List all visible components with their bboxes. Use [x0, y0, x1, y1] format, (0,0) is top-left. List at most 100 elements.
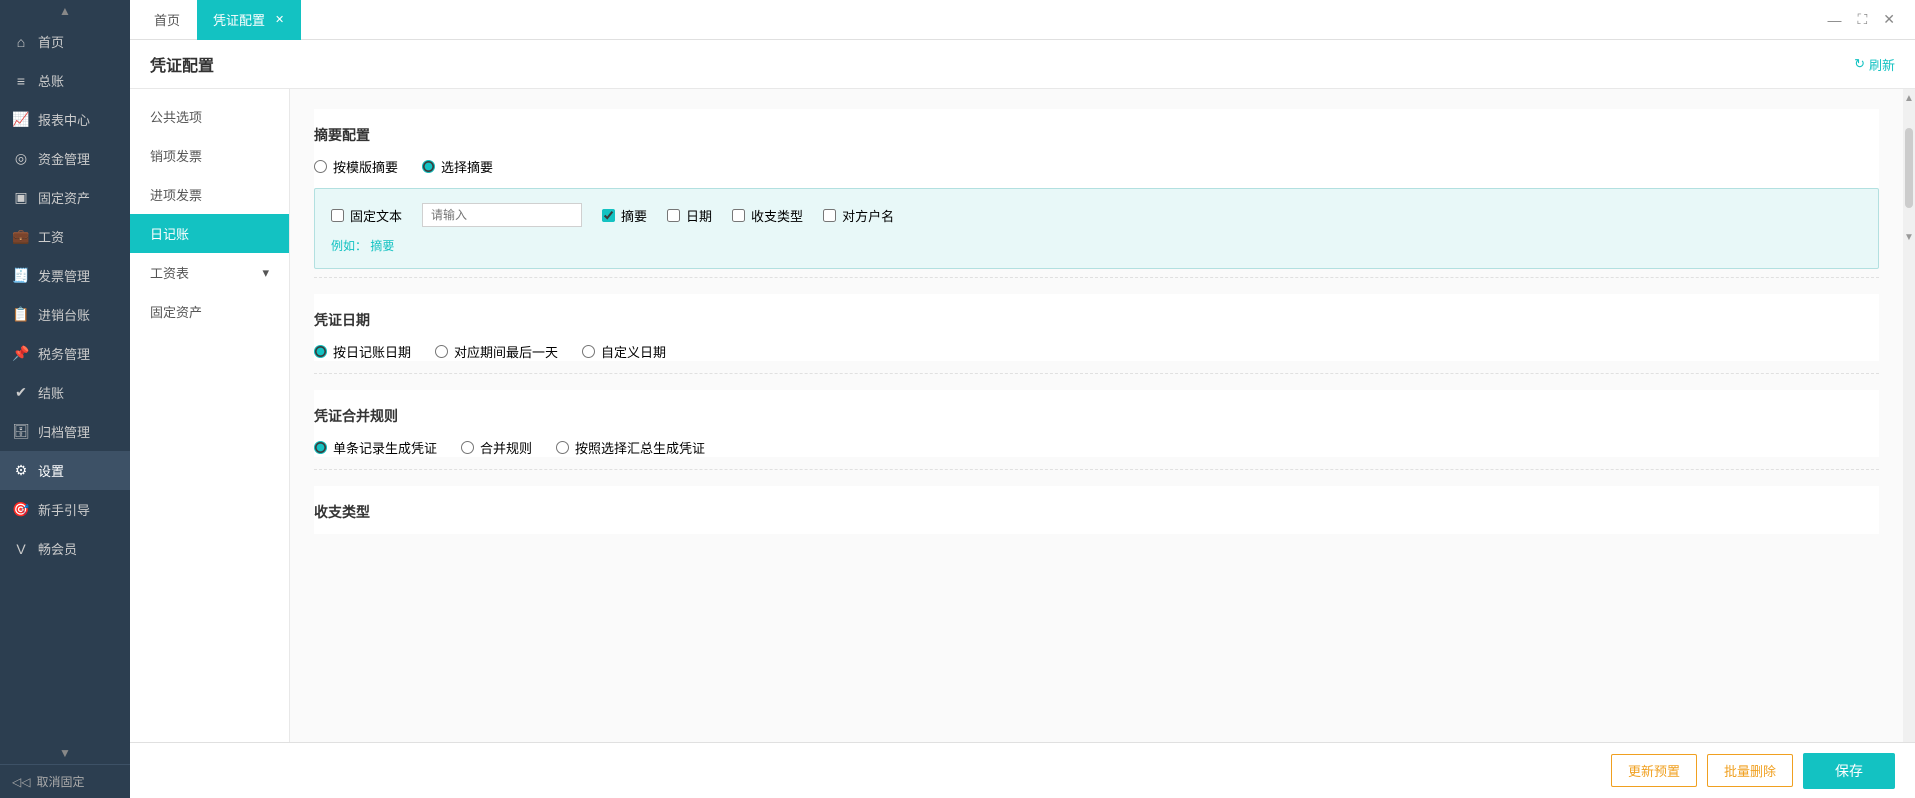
merge-summary-radio[interactable] — [556, 441, 569, 454]
sidebar-unpin-button[interactable]: ◁◁ 取消固定 — [0, 764, 130, 798]
date-checkbox[interactable] — [667, 209, 680, 222]
sidebar-item-archive[interactable]: 🗄 归档管理 — [0, 412, 130, 451]
archive-icon: 🗄 — [12, 423, 30, 440]
date-custom-radio[interactable] — [582, 345, 595, 358]
left-nav-journal[interactable]: 日记账 — [130, 214, 289, 253]
right-content: 摘要配置 按模版摘要 选择摘要 — [290, 89, 1903, 742]
assets-icon: ▣ — [12, 189, 30, 206]
window-close-button[interactable]: ✕ — [1879, 9, 1899, 30]
tax-icon: 📌 — [12, 345, 30, 362]
sidebar-item-settings[interactable]: ⚙ 设置 — [0, 451, 130, 490]
sidebar-item-invoice[interactable]: 🧾 发票管理 — [0, 256, 130, 295]
income-type-checkbox[interactable] — [732, 209, 745, 222]
left-nav: 公共选项 销项发票 进项发票 日记账 工资表 ▾ 固定资产 — [130, 89, 290, 742]
save-button[interactable]: 保存 — [1803, 753, 1895, 789]
merge-radio-rules[interactable]: 合并规则 — [461, 438, 532, 457]
date-section-title: 凭证日期 — [314, 294, 1879, 342]
sidebar-item-funds[interactable]: ◎ 资金管理 — [0, 139, 130, 178]
content-with-scroll: 摘要配置 按模版摘要 选择摘要 — [290, 89, 1915, 742]
refresh-button[interactable]: ↻ 刷新 — [1854, 55, 1895, 74]
left-nav-sales-invoice[interactable]: 销项发票 — [130, 136, 289, 175]
merge-radio-group: 单条记录生成凭证 合并规则 按照选择汇总生成凭证 — [314, 438, 1879, 457]
fixed-text-input[interactable] — [422, 203, 582, 227]
abstract-select-radio[interactable] — [422, 160, 435, 173]
checkout-icon: ✔ — [12, 384, 30, 401]
checkbox-abstract[interactable]: 摘要 — [602, 206, 647, 225]
checkbox-income-type[interactable]: 收支类型 — [732, 206, 803, 225]
sidebar-item-reports[interactable]: 📈 报表中心 — [0, 100, 130, 139]
checkbox-date[interactable]: 日期 — [667, 206, 712, 225]
left-nav-fixed-assets[interactable]: 固定资产 — [130, 292, 289, 331]
tab-voucher-config[interactable]: 凭证配置 ✕ — [197, 0, 301, 40]
abstract-radio-group: 按模版摘要 选择摘要 — [314, 157, 1879, 176]
sidebar-item-ledger[interactable]: ≡ 总账 — [0, 61, 130, 100]
abstract-radio-select[interactable]: 选择摘要 — [422, 157, 493, 176]
sidebar: ▲ ⌂ 首页 ≡ 总账 📈 报表中心 ◎ 资金管理 ▣ 固定资产 💼 工资 🧾 … — [0, 0, 130, 798]
sidebar-nav: ⌂ 首页 ≡ 总账 📈 报表中心 ◎ 资金管理 ▣ 固定资产 💼 工资 🧾 发票… — [0, 22, 130, 742]
date-radio-group: 按日记账日期 对应期间最后一天 自定义日期 — [314, 342, 1879, 361]
date-radio-last-day[interactable]: 对应期间最后一天 — [435, 342, 558, 361]
merge-radio-summary[interactable]: 按照选择汇总生成凭证 — [556, 438, 705, 457]
date-radio-custom[interactable]: 自定义日期 — [582, 342, 666, 361]
page-title: 凭证配置 — [150, 52, 214, 76]
pin-icon: ◁◁ — [12, 775, 30, 789]
home-icon: ⌂ — [12, 34, 30, 50]
abstract-section: 摘要配置 按模版摘要 选择摘要 — [314, 109, 1879, 269]
date-journal-radio[interactable] — [314, 345, 327, 358]
income-type-section-title: 收支类型 — [314, 486, 1879, 534]
tab-home[interactable]: 首页 — [138, 0, 197, 40]
left-nav-public[interactable]: 公共选项 — [130, 97, 289, 136]
date-last-day-radio[interactable] — [435, 345, 448, 358]
scroll-arrow-top[interactable]: ▲ — [1904, 89, 1914, 108]
tab-close-button[interactable]: ✕ — [275, 13, 284, 26]
update-preview-button[interactable]: 更新预置 — [1611, 754, 1697, 787]
date-radio-journal[interactable]: 按日记账日期 — [314, 342, 411, 361]
merge-rules-radio[interactable] — [461, 441, 474, 454]
guide-icon: 🎯 — [12, 501, 30, 518]
minimize-button[interactable]: — — [1823, 10, 1845, 30]
chevron-down-icon: ▾ — [262, 265, 269, 281]
tab-bar: 首页 凭证配置 ✕ — ⛶ ✕ — [130, 0, 1915, 40]
sidebar-scroll-up[interactable]: ▲ — [0, 0, 130, 22]
merge-radio-single[interactable]: 单条记录生成凭证 — [314, 438, 437, 457]
salary-icon: 💼 — [12, 228, 30, 245]
checkbox-counterpart-name[interactable]: 对方户名 — [823, 206, 894, 225]
left-nav-payroll[interactable]: 工资表 ▾ — [130, 253, 289, 292]
fixed-text-checkbox[interactable] — [331, 209, 344, 222]
merge-single-radio[interactable] — [314, 441, 327, 454]
maximize-button[interactable]: ⛶ — [1853, 9, 1871, 30]
sidebar-item-guide[interactable]: 🎯 新手引导 — [0, 490, 130, 529]
sidebar-item-member[interactable]: V 畅会员 — [0, 529, 130, 568]
abstract-checkbox-row: 固定文本 摘要 日期 — [331, 203, 1862, 227]
scroll-arrow-bottom[interactable]: ▼ — [1904, 228, 1914, 247]
tab-bar-controls: — ⛶ ✕ — [1823, 9, 1907, 30]
sidebar-item-salary[interactable]: 💼 工资 — [0, 217, 130, 256]
bottom-bar: 更新预置 批量删除 保存 — [130, 742, 1915, 798]
sidebar-item-assets[interactable]: ▣ 固定资产 — [0, 178, 130, 217]
funds-icon: ◎ — [12, 150, 30, 167]
checkbox-fixed-text[interactable]: 固定文本 — [331, 206, 402, 225]
abstract-radio-template[interactable]: 按模版摘要 — [314, 157, 398, 176]
sidebar-item-home[interactable]: ⌂ 首页 — [0, 22, 130, 61]
abstract-config-box: 固定文本 摘要 日期 — [314, 188, 1879, 269]
settings-icon: ⚙ — [12, 462, 30, 479]
divider-2 — [314, 373, 1879, 374]
sidebar-item-tax[interactable]: 📌 税务管理 — [0, 334, 130, 373]
counterpart-name-checkbox[interactable] — [823, 209, 836, 222]
abstract-template-radio[interactable] — [314, 160, 327, 173]
main-area: 首页 凭证配置 ✕ — ⛶ ✕ 凭证配置 ↻ 刷新 公共选项 销项 — [130, 0, 1915, 798]
scroll-thumb[interactable] — [1905, 128, 1913, 208]
scroll-track: ▲ ▼ — [1903, 89, 1915, 742]
invoice-icon: 🧾 — [12, 267, 30, 284]
merge-section: 凭证合并规则 单条记录生成凭证 合并规则 — [314, 390, 1879, 457]
date-section: 凭证日期 按日记账日期 对应期间最后一天 — [314, 294, 1879, 361]
batch-delete-button[interactable]: 批量删除 — [1707, 754, 1793, 787]
refresh-icon: ↻ — [1854, 56, 1865, 72]
abstract-section-title: 摘要配置 — [314, 109, 1879, 157]
left-nav-purchase-invoice[interactable]: 进项发票 — [130, 175, 289, 214]
sidebar-item-trade[interactable]: 📋 进销台账 — [0, 295, 130, 334]
sidebar-item-checkout[interactable]: ✔ 结账 — [0, 373, 130, 412]
reports-icon: 📈 — [12, 111, 30, 128]
sidebar-scroll-down[interactable]: ▼ — [0, 742, 130, 764]
abstract-checkbox[interactable] — [602, 209, 615, 222]
